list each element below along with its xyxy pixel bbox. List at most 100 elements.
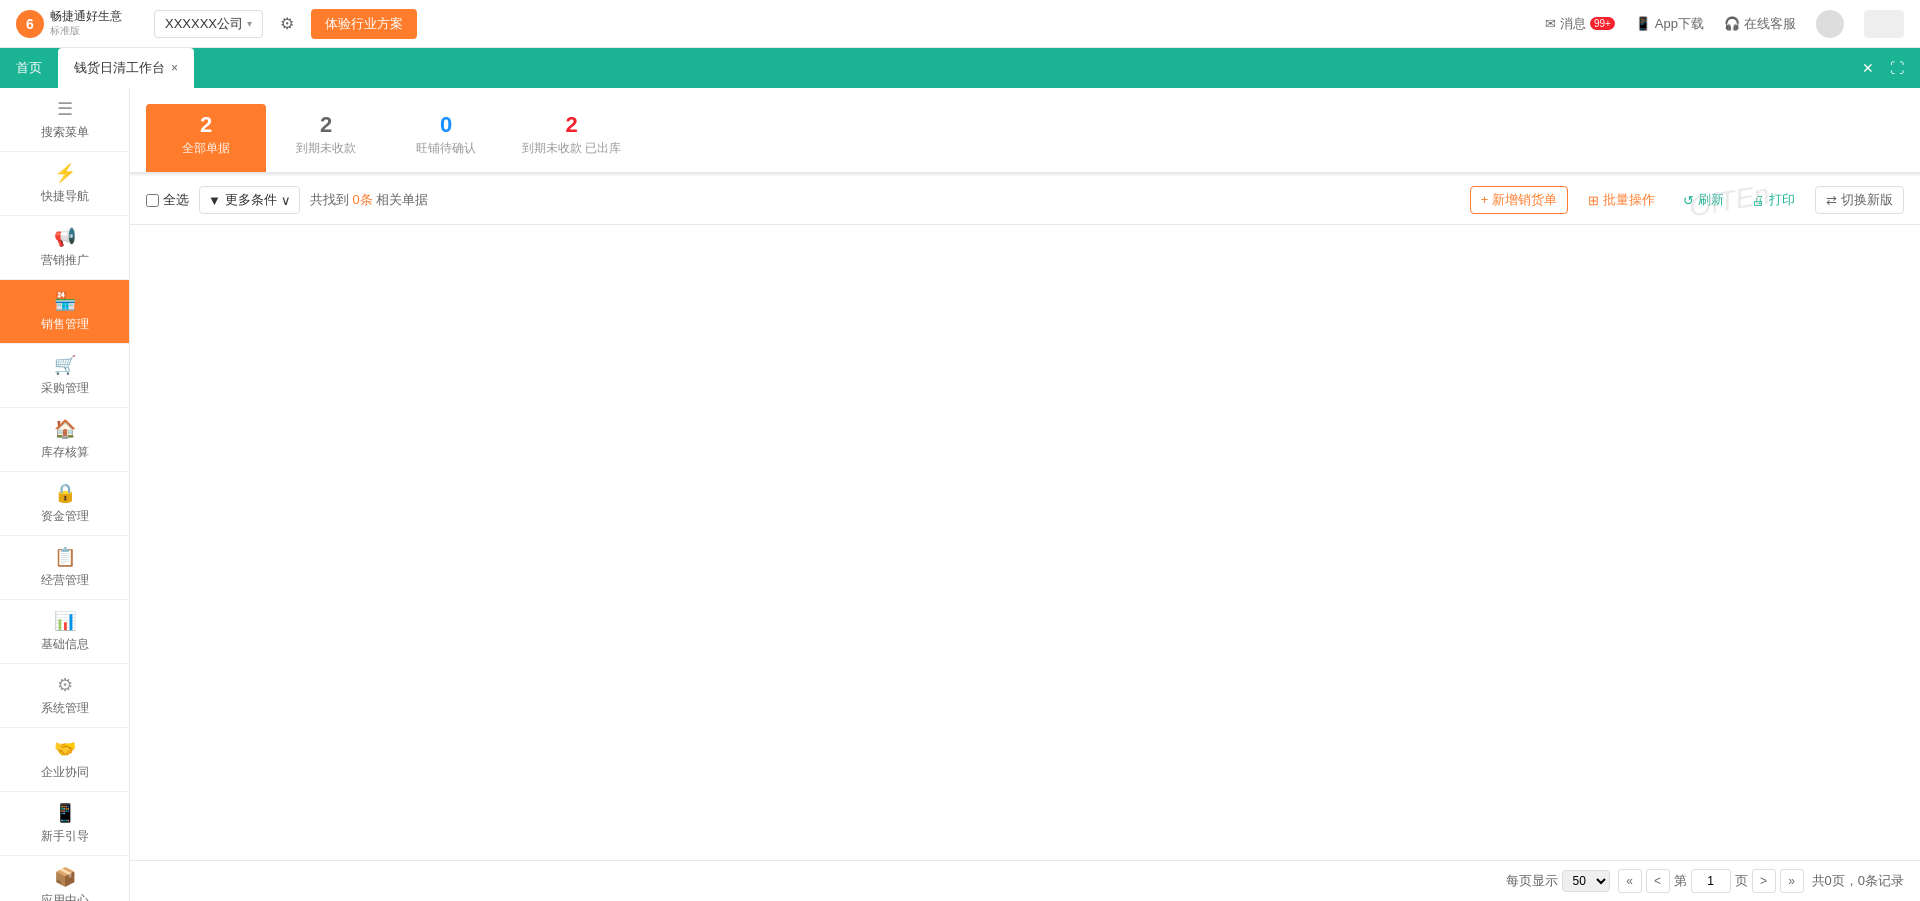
company-name: XXXXXX公司: [165, 15, 243, 33]
status-tab-overdue[interactable]: 2 到期未收款: [266, 104, 386, 172]
print-icon: 🖨: [1752, 193, 1765, 208]
app-download-button[interactable]: 📱 App下载: [1635, 15, 1704, 33]
status-tab-pending-label: 旺铺待确认: [416, 141, 476, 155]
top-header: 6 畅捷通好生意 标准版 XXXXXX公司 ▾ ⚙ 体验行业方案 ✉ 消息 99…: [0, 0, 1920, 48]
page-input[interactable]: [1691, 869, 1731, 893]
filter-label: 更多条件: [225, 191, 277, 209]
status-tabs-inner: 2 全部单据 2 到期未收款 0 旺铺待确认 2 到期未收款 已出库: [146, 104, 1904, 172]
sidebar-item-sales[interactable]: 🏪 销售管理: [0, 280, 129, 344]
quick-nav-icon: ⚡: [54, 162, 76, 184]
content-area: 2 全部单据 2 到期未收款 0 旺铺待确认 2 到期未收款 已出库: [130, 88, 1920, 901]
experience-button[interactable]: 体验行业方案: [311, 9, 417, 39]
toolbar-left: 全选 ▼ 更多条件 ∨ 共找到 0条 相关单据: [146, 186, 428, 214]
filter-chevron-icon: ∨: [281, 193, 291, 208]
found-suffix: 相关单据: [376, 192, 428, 207]
page-nav: « < 第 页 > »: [1618, 869, 1804, 893]
first-page-button[interactable]: «: [1618, 869, 1642, 893]
last-page-button[interactable]: »: [1780, 869, 1804, 893]
sidebar-item-capital[interactable]: 🔒 资金管理: [0, 472, 129, 536]
print-label: 打印: [1769, 191, 1795, 209]
tab-home-label: 首页: [16, 59, 42, 77]
avatar[interactable]: [1816, 10, 1844, 38]
status-tab-all[interactable]: 2 全部单据: [146, 104, 266, 172]
sidebar-item-marketing[interactable]: 📢 营销推广: [0, 216, 129, 280]
refresh-button[interactable]: ↺ 刷新: [1675, 187, 1732, 213]
tab-work-bench-label: 钱货日清工作台: [74, 59, 165, 77]
found-count: 0条: [353, 192, 373, 207]
marketing-icon: 📢: [54, 226, 76, 248]
found-text: 共找到 0条 相关单据: [310, 191, 428, 209]
filter-button[interactable]: ▼ 更多条件 ∨: [199, 186, 300, 214]
sidebar-item-quick-nav[interactable]: ⚡ 快捷导航: [0, 152, 129, 216]
app-download-label: App下载: [1655, 15, 1704, 33]
tab-bar: 首页 钱货日清工作台 × ✕ ⛶: [0, 48, 1920, 88]
toolbar: 全选 ▼ 更多条件 ∨ 共找到 0条 相关单据 + 新增销货单 ⊞ 批量操作: [130, 176, 1920, 225]
sidebar-label-enterprise: 企业协同: [41, 764, 89, 781]
select-all-input[interactable]: [146, 194, 159, 207]
sidebar-label-sales: 销售管理: [41, 316, 89, 333]
switch-version-button[interactable]: ⇄ 切换新版: [1815, 186, 1904, 214]
sidebar: ☰ 搜索菜单 ⚡ 快捷导航 📢 营销推广 🏪 销售管理 🛒 采购管理 🏠 库存核…: [0, 88, 130, 901]
batch-operation-button[interactable]: ⊞ 批量操作: [1580, 187, 1663, 213]
status-tab-all-count: 2: [162, 112, 250, 138]
status-tab-all-label: 全部单据: [182, 141, 230, 155]
status-tab-overdue-label: 到期未收款: [296, 141, 356, 155]
status-tab-unshipped-count: 2: [522, 112, 621, 138]
total-records: 共0页，0条记录: [1812, 872, 1904, 890]
next-page-button[interactable]: >: [1752, 869, 1776, 893]
tab-minimize-icon[interactable]: ✕: [1858, 56, 1878, 80]
tab-expand-icon[interactable]: ⛶: [1886, 56, 1908, 80]
sidebar-item-guide[interactable]: 📱 新手引导: [0, 792, 129, 856]
select-all-checkbox[interactable]: 全选: [146, 191, 189, 209]
message-label: 消息: [1560, 15, 1586, 33]
user-name-placeholder: [1864, 10, 1904, 38]
switch-label: 切换新版: [1841, 191, 1893, 209]
sidebar-label-base-info: 基础信息: [41, 636, 89, 653]
guide-icon: 📱: [54, 802, 76, 824]
sidebar-item-enterprise[interactable]: 🤝 企业协同: [0, 728, 129, 792]
batch-label: 批量操作: [1603, 191, 1655, 209]
tab-home[interactable]: 首页: [0, 48, 58, 88]
message-button[interactable]: ✉ 消息 99+: [1545, 15, 1615, 33]
sidebar-item-purchase[interactable]: 🛒 采购管理: [0, 344, 129, 408]
sidebar-item-inventory[interactable]: 🏠 库存核算: [0, 408, 129, 472]
app-center-icon: 📦: [54, 866, 76, 888]
tab-close-icon[interactable]: ×: [171, 61, 178, 75]
sidebar-label-guide: 新手引导: [41, 828, 89, 845]
company-selector[interactable]: XXXXXX公司 ▾: [154, 10, 263, 38]
status-tab-unshipped[interactable]: 2 到期未收款 已出库: [506, 104, 637, 172]
sidebar-item-base-info[interactable]: 📊 基础信息: [0, 600, 129, 664]
settings-button[interactable]: ⚙: [271, 8, 303, 40]
logo-icon: 6: [16, 10, 44, 38]
page-size-select[interactable]: 50: [1562, 870, 1610, 892]
message-badge: 99+: [1590, 17, 1615, 30]
filter-icon: ▼: [208, 193, 221, 208]
status-tab-pending[interactable]: 0 旺铺待确认: [386, 104, 506, 172]
purchase-icon: 🛒: [54, 354, 76, 376]
sidebar-item-app-center[interactable]: 📦 应用中心: [0, 856, 129, 901]
header-right: ✉ 消息 99+ 📱 App下载 🎧 在线客服: [1545, 10, 1904, 38]
sidebar-item-ops[interactable]: 📋 经营管理: [0, 536, 129, 600]
sidebar-label-search-menu: 搜索菜单: [41, 124, 89, 141]
print-button[interactable]: 🖨 打印: [1744, 187, 1803, 213]
prev-page-button[interactable]: <: [1646, 869, 1670, 893]
status-tabs: 2 全部单据 2 到期未收款 0 旺铺待确认 2 到期未收款 已出库: [130, 88, 1920, 174]
main-layout: ☰ 搜索菜单 ⚡ 快捷导航 📢 营销推广 🏪 销售管理 🛒 采购管理 🏠 库存核…: [0, 88, 1920, 901]
status-tab-unshipped-label: 到期未收款 已出库: [522, 141, 621, 155]
add-sales-order-button[interactable]: + 新增销货单: [1470, 186, 1568, 214]
sidebar-item-sys-mgmt[interactable]: ⚙ 系统管理: [0, 664, 129, 728]
status-tab-overdue-count: 2: [282, 112, 370, 138]
tab-work-bench[interactable]: 钱货日清工作台 ×: [58, 48, 194, 88]
table-area: [130, 225, 1920, 860]
sidebar-label-quick-nav: 快捷导航: [41, 188, 89, 205]
sidebar-item-search-menu[interactable]: ☰ 搜索菜单: [0, 88, 129, 152]
pagination: 每页显示 50 « < 第 页 > » 共0页，0条记录: [130, 860, 1920, 901]
sidebar-label-inventory: 库存核算: [41, 444, 89, 461]
logo-name: 畅捷通好生意: [50, 9, 122, 25]
online-service-button[interactable]: 🎧 在线客服: [1724, 15, 1796, 33]
switch-icon: ⇄: [1826, 193, 1837, 208]
sidebar-label-marketing: 营销推广: [41, 252, 89, 269]
sidebar-label-purchase: 采购管理: [41, 380, 89, 397]
empty-content: [130, 225, 1920, 860]
refresh-icon: ↺: [1683, 193, 1694, 208]
